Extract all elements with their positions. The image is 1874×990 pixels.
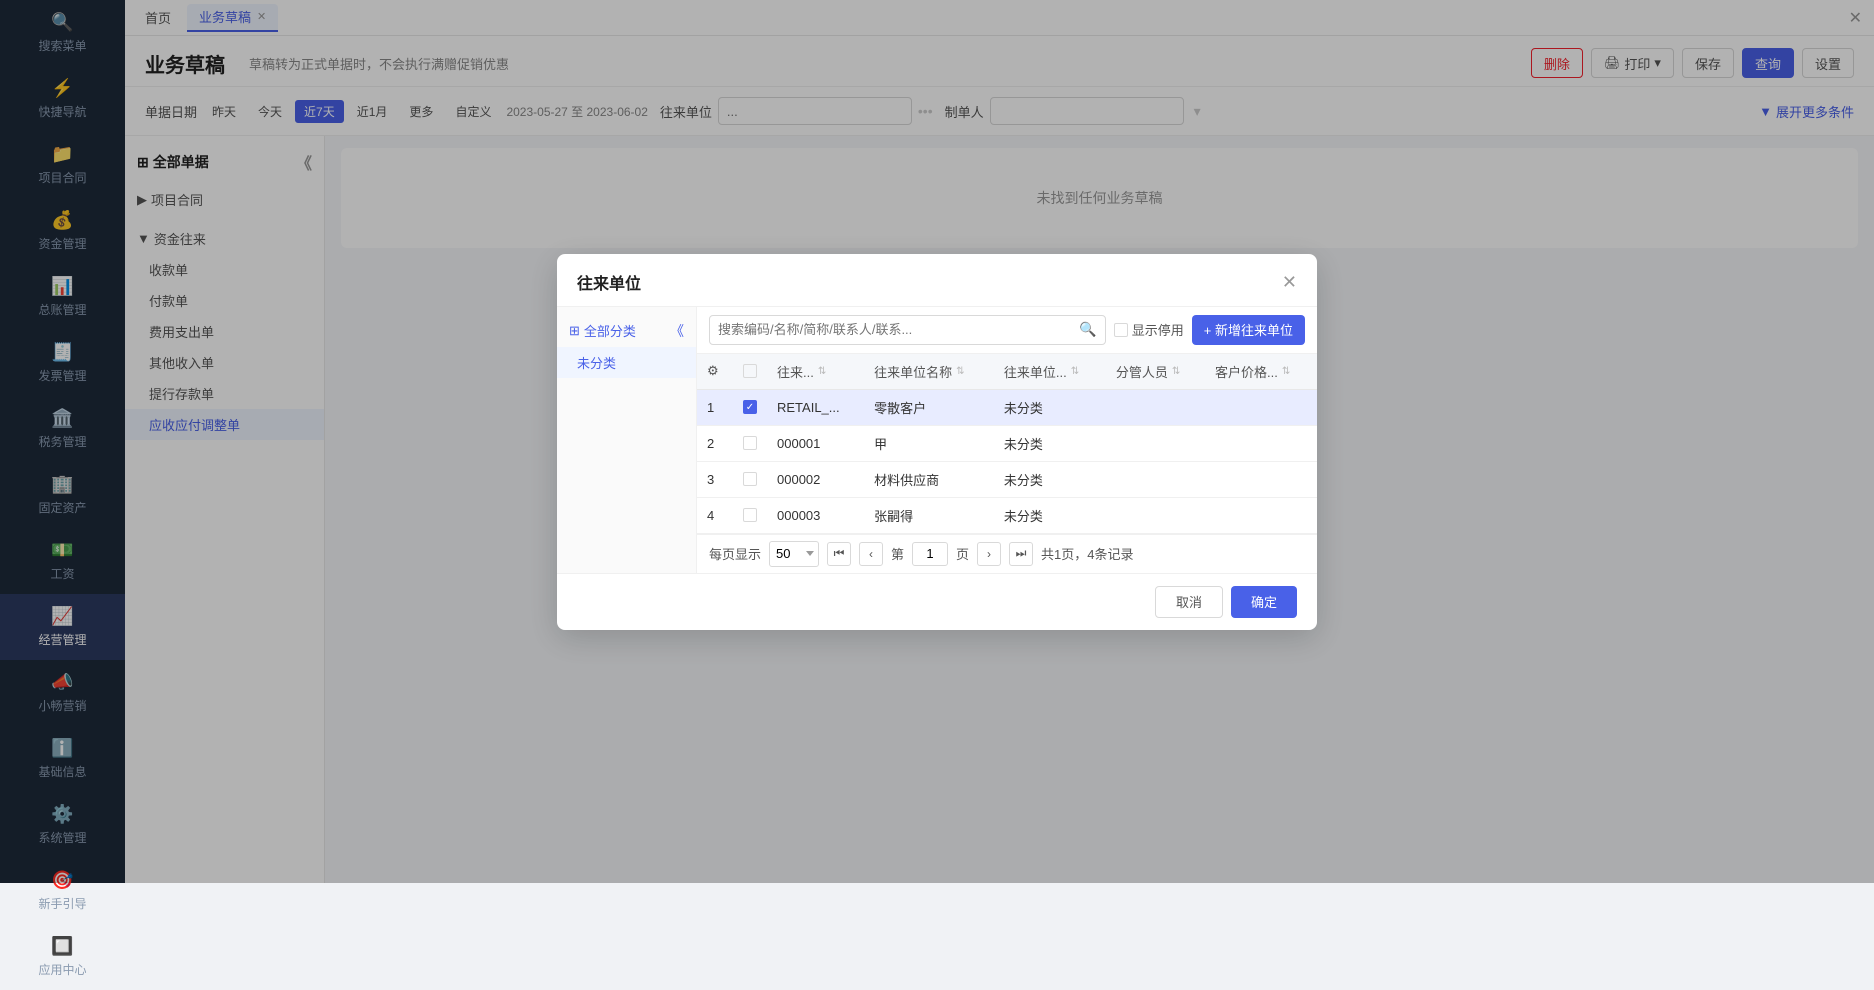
- modal-close-button[interactable]: ✕: [1282, 273, 1297, 291]
- row-1-name: 零散客户: [864, 389, 994, 425]
- modal-search-box[interactable]: 🔍: [709, 315, 1106, 345]
- modal-pagination: 每页显示 50 100 200 ⏮ ‹ 第 页 › ⏭ 共1页，4条记录: [697, 534, 1317, 573]
- row-2-check[interactable]: [743, 436, 757, 450]
- total-info: 共1页，4条记录: [1041, 544, 1133, 563]
- row-4-code: 000003: [767, 497, 864, 533]
- last-page-button[interactable]: ⏭: [1009, 542, 1033, 566]
- table-row[interactable]: 3 000002 材料供应商 未分类: [697, 461, 1317, 497]
- row-2-category: 未分类: [994, 425, 1106, 461]
- row-2-checkbox[interactable]: [733, 425, 767, 461]
- app-center-icon: 🔲: [51, 936, 73, 957]
- add-counterpart-button[interactable]: + 新增往来单位: [1192, 315, 1305, 345]
- sort-name-icon[interactable]: ⇅: [956, 366, 964, 377]
- modal: 往来单位 ✕ ⊞ 全部分类 《 未分类 🔍: [557, 254, 1317, 630]
- th-checkbox: [733, 354, 767, 390]
- prev-page-button[interactable]: ‹: [859, 542, 883, 566]
- modal-toolbar: 🔍 显示停用 + 新增往来单位: [697, 307, 1317, 354]
- sidebar-item-app-center[interactable]: 🔲 应用中心: [0, 924, 125, 990]
- show-disabled-field: 显示停用: [1114, 320, 1184, 339]
- sidebar-item-label: 应用中心: [38, 961, 86, 978]
- sort-salesperson-icon[interactable]: ⇅: [1172, 366, 1180, 377]
- first-page-button[interactable]: ⏮: [827, 542, 851, 566]
- modal-left-panel: ⊞ 全部分类 《 未分类: [557, 307, 697, 573]
- row-4-check[interactable]: [743, 508, 757, 522]
- sort-price-icon[interactable]: ⇅: [1282, 366, 1290, 377]
- modal-title: 往来单位: [577, 270, 641, 294]
- row-1-code: RETAIL_...: [767, 389, 864, 425]
- sort-code-icon[interactable]: ⇅: [818, 366, 826, 377]
- row-3-checkbox[interactable]: [733, 461, 767, 497]
- per-page-label: 每页显示: [709, 544, 761, 563]
- row-4-checkbox[interactable]: [733, 497, 767, 533]
- th-settings: ⚙: [697, 354, 733, 390]
- modal-category-header: ⊞ 全部分类 《: [557, 315, 696, 347]
- per-page-select[interactable]: 50 100 200: [769, 541, 819, 567]
- row-2-code: 000001: [767, 425, 864, 461]
- table-row[interactable]: 1 ✓ RETAIL_... 零散客户 未分类: [697, 389, 1317, 425]
- th-name: 往来单位名称 ⇅: [864, 354, 994, 390]
- search-icon: 🔍: [1079, 321, 1096, 338]
- grid-category-icon: ⊞: [569, 323, 580, 339]
- modal-actions: 取消 确定: [557, 573, 1317, 630]
- modal-header: 往来单位 ✕: [557, 254, 1317, 307]
- row-3-price-level: [1205, 461, 1317, 497]
- row-3-name: 材料供应商: [864, 461, 994, 497]
- table-row[interactable]: 4 000003 张嗣得 未分类: [697, 497, 1317, 533]
- modal-search-input[interactable]: [718, 322, 1075, 337]
- confirm-button[interactable]: 确定: [1231, 586, 1297, 618]
- show-disabled-checkbox[interactable]: [1114, 323, 1128, 337]
- row-4-category: 未分类: [994, 497, 1106, 533]
- modal-overlay: 往来单位 ✕ ⊞ 全部分类 《 未分类 🔍: [0, 0, 1874, 883]
- th-category: 往来单位... ⇅: [994, 354, 1106, 390]
- sort-category-icon[interactable]: ⇅: [1071, 366, 1079, 377]
- modal-table-head: ⚙ 往来... ⇅: [697, 354, 1317, 390]
- page-num-label: 第: [891, 544, 904, 563]
- cancel-button[interactable]: 取消: [1155, 586, 1223, 618]
- th-price-level: 客户价格... ⇅: [1205, 354, 1317, 390]
- row-3-category: 未分类: [994, 461, 1106, 497]
- row-3-num: 3: [697, 461, 733, 497]
- th-code: 往来... ⇅: [767, 354, 864, 390]
- row-2-num: 2: [697, 425, 733, 461]
- row-1-price-level: [1205, 389, 1317, 425]
- show-disabled-label: 显示停用: [1132, 320, 1184, 339]
- modal-right-panel: 🔍 显示停用 + 新增往来单位 ⚙: [697, 307, 1317, 573]
- th-salesperson: 分管人员 ⇅: [1106, 354, 1205, 390]
- row-4-name: 张嗣得: [864, 497, 994, 533]
- sidebar-item-label: 新手引导: [38, 895, 86, 912]
- row-3-salesperson: [1106, 461, 1205, 497]
- modal-table-wrap: ⚙ 往来... ⇅: [697, 354, 1317, 534]
- table-row[interactable]: 2 000001 甲 未分类: [697, 425, 1317, 461]
- row-4-price-level: [1205, 497, 1317, 533]
- row-1-salesperson: [1106, 389, 1205, 425]
- page-word: 页: [956, 544, 969, 563]
- row-2-price-level: [1205, 425, 1317, 461]
- row-3-check[interactable]: [743, 472, 757, 486]
- settings-icon[interactable]: ⚙: [707, 363, 719, 378]
- page-num-input[interactable]: [912, 542, 948, 566]
- modal-body: ⊞ 全部分类 《 未分类 🔍 显示停用: [557, 307, 1317, 573]
- modal-collapse-icon[interactable]: 《: [670, 321, 684, 341]
- row-1-checkbox[interactable]: ✓: [733, 389, 767, 425]
- row-2-name: 甲: [864, 425, 994, 461]
- row-1-category: 未分类: [994, 389, 1106, 425]
- row-1-num: 1: [697, 389, 733, 425]
- modal-table-body: 1 ✓ RETAIL_... 零散客户 未分类: [697, 389, 1317, 533]
- next-page-button[interactable]: ›: [977, 542, 1001, 566]
- row-3-code: 000002: [767, 461, 864, 497]
- row-4-salesperson: [1106, 497, 1205, 533]
- modal-table: ⚙ 往来... ⇅: [697, 354, 1317, 534]
- select-all-checkbox[interactable]: [743, 364, 757, 378]
- row-2-salesperson: [1106, 425, 1205, 461]
- row-1-check[interactable]: ✓: [743, 400, 757, 414]
- modal-category-unclassified[interactable]: 未分类: [557, 347, 696, 378]
- row-4-num: 4: [697, 497, 733, 533]
